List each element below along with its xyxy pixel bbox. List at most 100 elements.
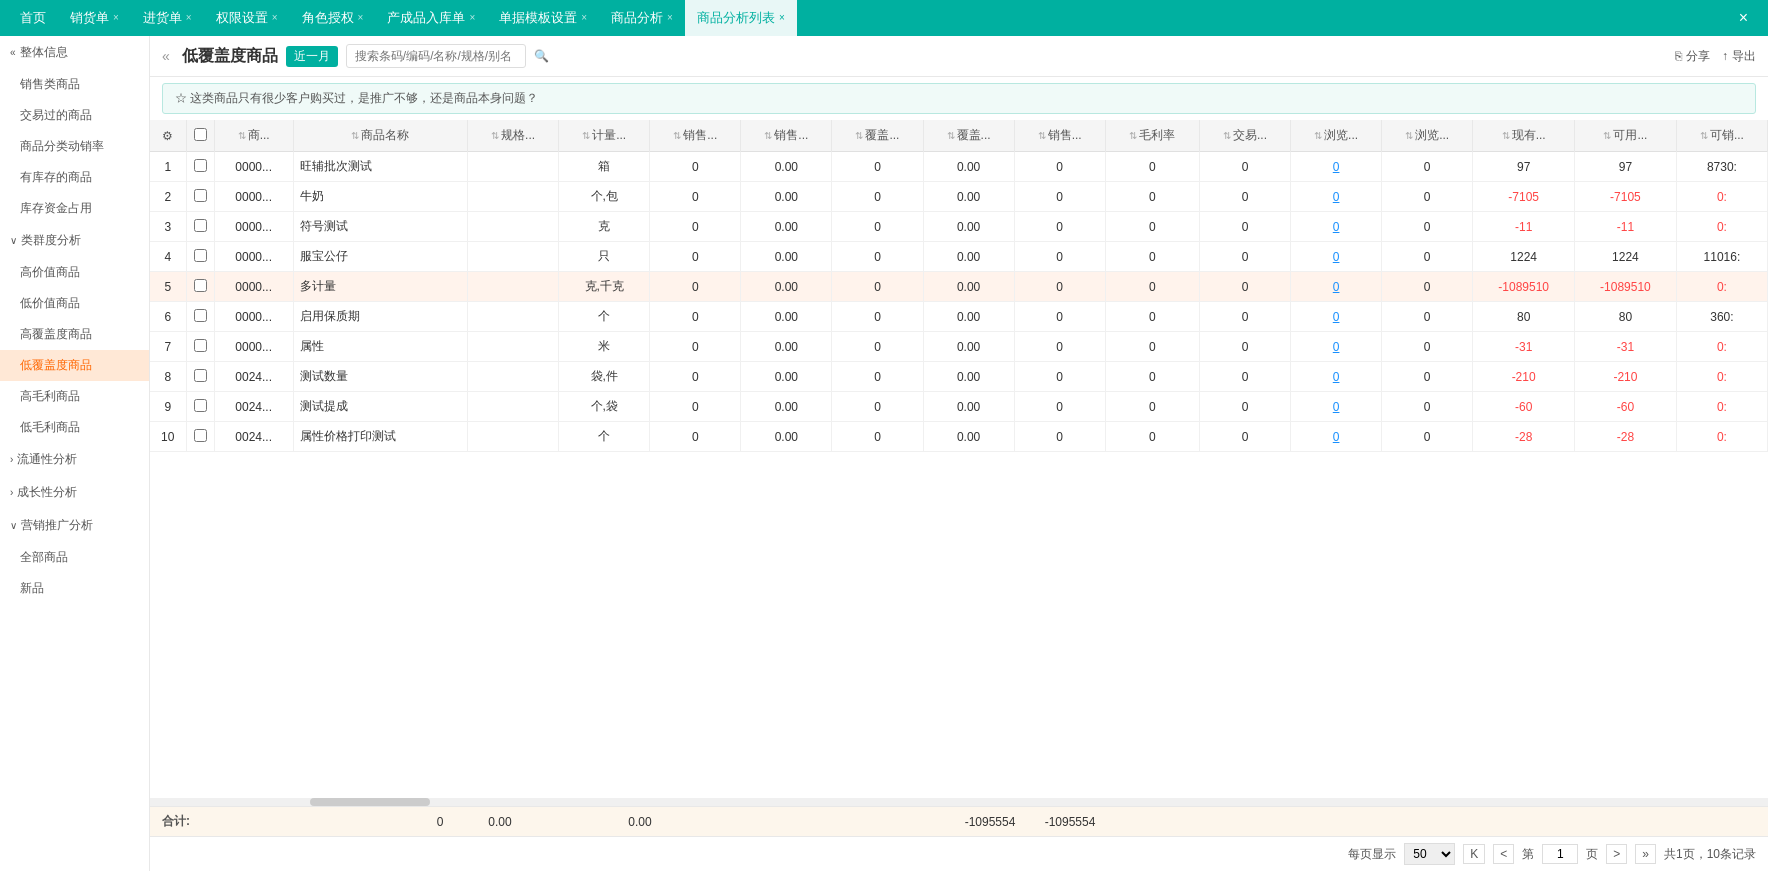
share-button[interactable]: ⎘ 分享 xyxy=(1675,48,1710,65)
col-code[interactable]: ⇅商... xyxy=(214,120,293,152)
row-browse1[interactable]: 0 xyxy=(1291,422,1382,452)
col-settings[interactable]: ⚙ xyxy=(150,120,186,152)
row-checkbox[interactable] xyxy=(186,152,214,182)
col-sales3[interactable]: ⇅销售... xyxy=(1014,120,1105,152)
nav-goods-analysis[interactable]: 商品分析 × xyxy=(599,0,685,36)
select-all-checkbox[interactable] xyxy=(194,128,207,141)
row-browse1[interactable]: 0 xyxy=(1291,362,1382,392)
col-coverage2[interactable]: ⇅覆盖... xyxy=(923,120,1014,152)
row-browse1[interactable]: 0 xyxy=(1291,152,1382,182)
page-input[interactable] xyxy=(1542,844,1578,864)
nav-goods-analysis-list-close[interactable]: × xyxy=(779,0,785,36)
row-checkbox[interactable] xyxy=(186,242,214,272)
sidebar-section-overall[interactable]: « 整体信息 xyxy=(0,36,149,69)
nav-home[interactable]: 首页 xyxy=(8,0,58,36)
nav-template-close[interactable]: × xyxy=(581,0,587,36)
sidebar-section-liquidity[interactable]: › 流通性分析 xyxy=(0,443,149,476)
nav-production[interactable]: 产成品入库单 × xyxy=(375,0,487,36)
sidebar-item-low-margin[interactable]: 低毛利商品 xyxy=(0,412,149,443)
sidebar-item-category-rate[interactable]: 商品分类动销率 xyxy=(0,131,149,162)
nav-sales[interactable]: 销货单 × xyxy=(58,0,131,36)
sidebar-item-sales-goods[interactable]: 销售类商品 xyxy=(0,69,149,100)
row-browse1[interactable]: 0 xyxy=(1291,242,1382,272)
col-sellable[interactable]: ⇅可销... xyxy=(1676,120,1767,152)
horizontal-scrollbar[interactable] xyxy=(150,798,1768,806)
row-select-checkbox[interactable] xyxy=(194,279,207,292)
sidebar-section-growth[interactable]: › 成长性分析 xyxy=(0,476,149,509)
nav-goods-analysis-close[interactable]: × xyxy=(667,0,673,36)
row-select-checkbox[interactable] xyxy=(194,429,207,442)
last-page-button[interactable]: » xyxy=(1635,844,1656,864)
col-coverage1[interactable]: ⇅覆盖... xyxy=(832,120,923,152)
scrollbar-thumb[interactable] xyxy=(310,798,430,806)
col-spec[interactable]: ⇅规格... xyxy=(468,120,559,152)
col-current[interactable]: ⇅现有... xyxy=(1473,120,1575,152)
window-close-button[interactable]: × xyxy=(1727,9,1760,27)
row-checkbox[interactable] xyxy=(186,362,214,392)
time-filter-button[interactable]: 近一月 xyxy=(286,46,338,67)
row-browse1[interactable]: 0 xyxy=(1291,392,1382,422)
sidebar-item-high-coverage[interactable]: 高覆盖度商品 xyxy=(0,319,149,350)
per-page-select[interactable]: 50 20 100 xyxy=(1404,843,1455,865)
col-available[interactable]: ⇅可用... xyxy=(1575,120,1677,152)
next-page-button[interactable]: > xyxy=(1606,844,1627,864)
search-icon[interactable]: 🔍 xyxy=(534,49,549,63)
col-sales-qty[interactable]: ⇅销售... xyxy=(650,120,741,152)
row-select-checkbox[interactable] xyxy=(194,309,207,322)
nav-sales-close[interactable]: × xyxy=(113,0,119,36)
sidebar-item-high-value[interactable]: 高价值商品 xyxy=(0,257,149,288)
export-button[interactable]: ↑ 导出 xyxy=(1722,48,1756,65)
sidebar-item-low-coverage[interactable]: 低覆盖度商品 xyxy=(0,350,149,381)
row-checkbox[interactable] xyxy=(186,182,214,212)
nav-purchase[interactable]: 进货单 × xyxy=(131,0,204,36)
col-name[interactable]: ⇅商品名称 xyxy=(293,120,467,152)
nav-roles[interactable]: 角色授权 × xyxy=(290,0,376,36)
nav-template[interactable]: 单据模板设置 × xyxy=(487,0,599,36)
row-select-checkbox[interactable] xyxy=(194,189,207,202)
data-table-wrapper[interactable]: ⚙ ⇅商... ⇅商品名称 ⇅规格... ⇅计量... ⇅销售... ⇅销售..… xyxy=(150,120,1768,798)
nav-goods-analysis-list[interactable]: 商品分析列表 × xyxy=(685,0,797,36)
sidebar-item-stocked-goods[interactable]: 有库存的商品 xyxy=(0,162,149,193)
col-trade[interactable]: ⇅交易... xyxy=(1199,120,1290,152)
row-select-checkbox[interactable] xyxy=(194,249,207,262)
row-checkbox[interactable] xyxy=(186,422,214,452)
col-checkbox[interactable] xyxy=(186,120,214,152)
sidebar-item-new-goods[interactable]: 新品 xyxy=(0,573,149,604)
row-checkbox[interactable] xyxy=(186,302,214,332)
row-browse1[interactable]: 0 xyxy=(1291,272,1382,302)
nav-purchase-close[interactable]: × xyxy=(186,0,192,36)
col-margin[interactable]: ⇅毛利率 xyxy=(1105,120,1199,152)
sidebar-item-low-value[interactable]: 低价值商品 xyxy=(0,288,149,319)
prev-page-button[interactable]: < xyxy=(1493,844,1514,864)
sidebar-section-marketing[interactable]: ∨ 营销推广分析 xyxy=(0,509,149,542)
nav-production-close[interactable]: × xyxy=(469,0,475,36)
nav-roles-close[interactable]: × xyxy=(358,0,364,36)
row-select-checkbox[interactable] xyxy=(194,339,207,352)
col-browse2[interactable]: ⇅浏览... xyxy=(1382,120,1473,152)
nav-permissions-close[interactable]: × xyxy=(272,0,278,36)
sidebar-item-all-goods[interactable]: 全部商品 xyxy=(0,542,149,573)
col-browse1[interactable]: ⇅浏览... xyxy=(1291,120,1382,152)
row-browse1[interactable]: 0 xyxy=(1291,332,1382,362)
row-select-checkbox[interactable] xyxy=(194,219,207,232)
sidebar-collapse-button[interactable]: « xyxy=(162,48,170,64)
row-select-checkbox[interactable] xyxy=(194,159,207,172)
search-input[interactable] xyxy=(346,44,526,68)
row-checkbox[interactable] xyxy=(186,272,214,302)
row-select-checkbox[interactable] xyxy=(194,369,207,382)
row-browse1[interactable]: 0 xyxy=(1291,302,1382,332)
row-checkbox[interactable] xyxy=(186,332,214,362)
sidebar-item-capital-usage[interactable]: 库存资金占用 xyxy=(0,193,149,224)
sidebar-item-traded-goods[interactable]: 交易过的商品 xyxy=(0,100,149,131)
row-checkbox[interactable] xyxy=(186,392,214,422)
col-sales-amt[interactable]: ⇅销售... xyxy=(741,120,832,152)
sidebar-item-high-margin[interactable]: 高毛利商品 xyxy=(0,381,149,412)
first-page-button[interactable]: K xyxy=(1463,844,1485,864)
col-unit[interactable]: ⇅计量... xyxy=(559,120,650,152)
row-browse1[interactable]: 0 xyxy=(1291,182,1382,212)
nav-permissions[interactable]: 权限设置 × xyxy=(204,0,290,36)
sidebar-section-cluster[interactable]: ∨ 类群度分析 xyxy=(0,224,149,257)
row-checkbox[interactable] xyxy=(186,212,214,242)
row-browse1[interactable]: 0 xyxy=(1291,212,1382,242)
row-select-checkbox[interactable] xyxy=(194,399,207,412)
